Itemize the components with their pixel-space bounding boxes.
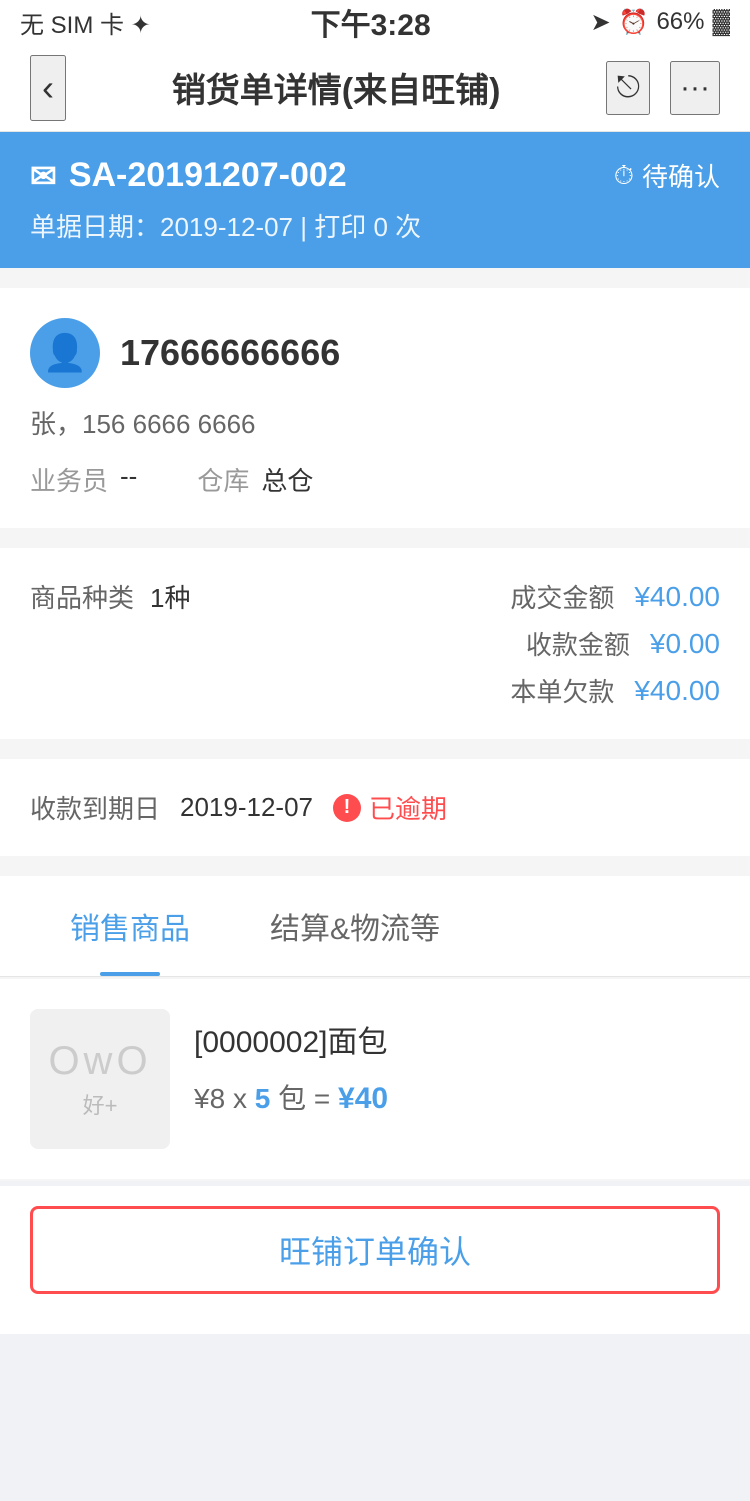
avatar: 👤: [30, 318, 100, 388]
status-bar: 无 SIM 卡 ✦ 下午3:28 ➤ ⏰ 66% ▓: [0, 0, 750, 44]
product-types-label: 商品种类: [30, 578, 134, 615]
price-unit: ¥8: [194, 1083, 225, 1114]
tab-settlement[interactable]: 结算&物流等: [230, 876, 480, 976]
share-button[interactable]: ⎋: [606, 61, 650, 115]
status-clock-icon: ⏱: [614, 160, 634, 192]
salesperson-value: --: [120, 461, 137, 498]
more-button[interactable]: ···: [670, 61, 720, 115]
battery-icon: ▓: [713, 8, 731, 36]
product-types-value: 1种: [150, 578, 190, 615]
product-image: OwO 好+: [30, 1009, 170, 1149]
customer-section: 👤 17666666666 张，156 6666 6666 业务员 -- 仓库 …: [0, 288, 750, 528]
warehouse-value: 总仓: [261, 461, 313, 498]
status-badge: ⏱ 待确认: [614, 157, 720, 194]
status-time: 下午3:28: [311, 0, 431, 44]
page-title: 销货单详情(来自旺铺): [172, 63, 501, 112]
avatar-icon: 👤: [43, 332, 88, 374]
status-left: 无 SIM 卡 ✦: [20, 5, 151, 40]
battery-percent: 66%: [656, 8, 704, 36]
product-logo: OwO 好+: [48, 1039, 151, 1120]
bottom-bar: 旺铺订单确认: [0, 1186, 750, 1334]
tabs-row: 销售商品 结算&物流等: [0, 876, 750, 976]
payment-due-label: 收款到期日: [30, 789, 160, 826]
back-button[interactable]: ‹: [30, 55, 66, 121]
warehouse-detail: 仓库 总仓: [197, 461, 313, 498]
overdue-badge: ! 已逾期: [333, 789, 447, 826]
overdue-text: 已逾期: [369, 789, 447, 826]
product-item: OwO 好+ [0000002]面包 ¥8 x 5 包 = ¥40: [30, 1009, 720, 1149]
payment-due-date: 2019-12-07: [180, 792, 313, 823]
summary-section: 商品种类 1种 成交金额 ¥40.00 收款金额 ¥0.00 本单欠款 ¥40.…: [0, 548, 750, 739]
owed-amount-row: 本单欠款 ¥40.00: [510, 672, 720, 709]
product-logo-eyes: OwO: [48, 1039, 151, 1084]
order-icon: ✉: [30, 157, 57, 195]
warehouse-label: 仓库: [197, 461, 249, 498]
unit: 包: [278, 1083, 306, 1114]
quantity: 5: [255, 1083, 271, 1114]
status-text: 待确认: [642, 157, 720, 194]
customer-name: 张，156 6666 6666: [30, 404, 720, 441]
nav-actions: ⎋ ···: [606, 61, 720, 115]
sim-status: 无 SIM 卡 ✦: [20, 5, 151, 40]
total-price: ¥40: [338, 1082, 388, 1115]
received-amount-row: 收款金额 ¥0.00: [526, 625, 720, 662]
order-print: 打印 0 次: [314, 212, 421, 242]
order-meta: 单据日期：2019-12-07 | 打印 0 次: [30, 207, 720, 244]
customer-phone: 17666666666: [120, 332, 340, 374]
confirm-order-button[interactable]: 旺铺订单确认: [30, 1206, 720, 1294]
summary-right: 成交金额 ¥40.00 收款金额 ¥0.00 本单欠款 ¥40.00: [510, 578, 720, 709]
payment-section: 收款到期日 2019-12-07 ! 已逾期: [0, 759, 750, 856]
product-name: [0000002]面包: [194, 1017, 720, 1061]
owed-amount-value: ¥40.00: [634, 675, 720, 707]
product-price: ¥8 x 5 包 = ¥40: [194, 1077, 720, 1117]
warning-icon: !: [333, 794, 361, 822]
salesperson-label: 业务员: [30, 461, 108, 498]
equals-sign: =: [314, 1083, 338, 1114]
summary-left: 商品种类 1种: [30, 578, 190, 615]
product-section: OwO 好+ [0000002]面包 ¥8 x 5 包 = ¥40: [0, 979, 750, 1179]
product-info: [0000002]面包 ¥8 x 5 包 = ¥40: [194, 1009, 720, 1117]
location-icon: ➤: [590, 8, 610, 37]
deal-amount-value: ¥40.00: [634, 581, 720, 613]
meta-separator: |: [300, 212, 314, 242]
customer-row: 👤 17666666666: [30, 318, 720, 388]
received-amount-value: ¥0.00: [650, 628, 720, 660]
nav-bar: ‹ 销货单详情(来自旺铺) ⎋ ···: [0, 44, 750, 132]
tab-products[interactable]: 销售商品: [30, 876, 230, 976]
order-number: ✉ SA-20191207-002: [30, 156, 347, 195]
customer-details: 业务员 -- 仓库 总仓: [30, 461, 720, 498]
status-right: ➤ ⏰ 66% ▓: [590, 8, 730, 37]
product-types-item: 商品种类 1种: [30, 578, 190, 615]
received-amount-label: 收款金额: [526, 625, 630, 662]
alarm-icon: ⏰: [619, 8, 649, 37]
header-card: ✉ SA-20191207-002 ⏱ 待确认 单据日期：2019-12-07 …: [0, 132, 750, 268]
deal-amount-row: 成交金额 ¥40.00: [510, 578, 720, 615]
multiply-sign: x: [233, 1083, 255, 1114]
salesperson-detail: 业务员 --: [30, 461, 137, 498]
header-top: ✉ SA-20191207-002 ⏱ 待确认: [30, 156, 720, 195]
deal-amount-label: 成交金额: [510, 578, 614, 615]
product-logo-plus: 好+: [83, 1088, 118, 1120]
order-date: 单据日期：2019-12-07: [30, 212, 293, 242]
owed-amount-label: 本单欠款: [510, 672, 614, 709]
tabs-container: 销售商品 结算&物流等: [0, 876, 750, 977]
order-number-text: SA-20191207-002: [69, 156, 347, 195]
